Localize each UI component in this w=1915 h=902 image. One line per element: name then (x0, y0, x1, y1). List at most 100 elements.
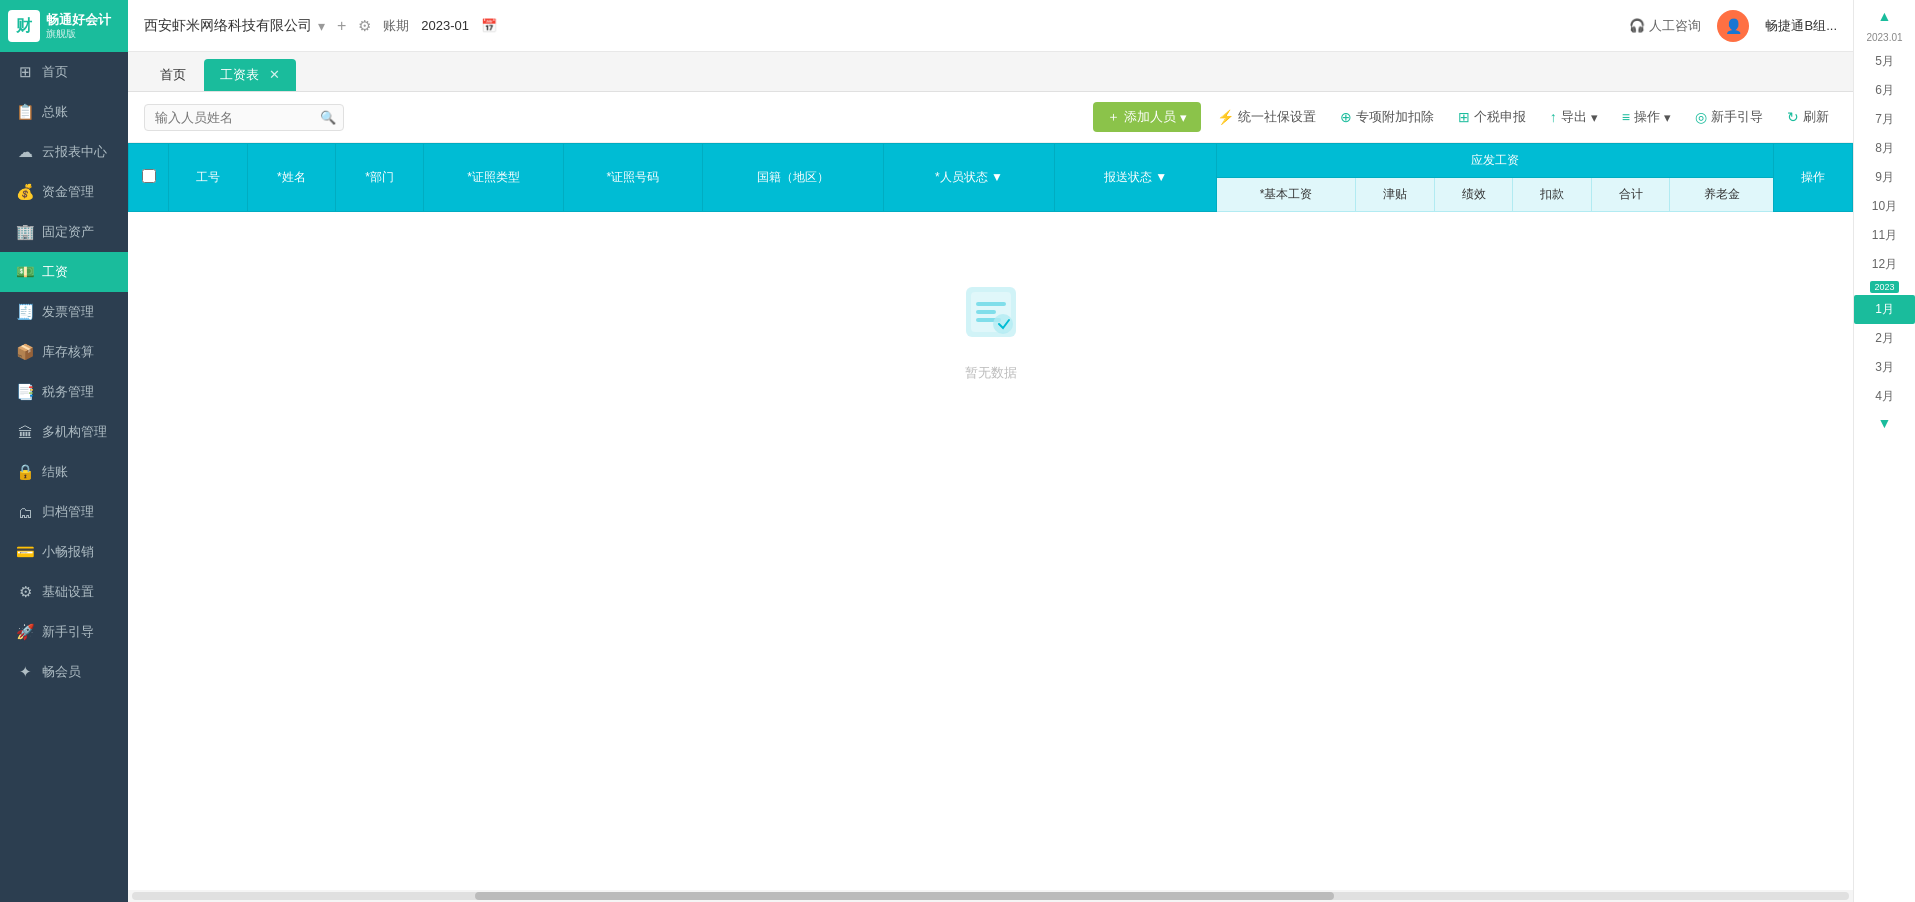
sidebar-label-cloud-report: 云报表中心 (42, 143, 107, 161)
individual-tax-btn[interactable]: ⊞ 个税申报 (1450, 103, 1534, 131)
month-10[interactable]: 10月 (1854, 192, 1915, 221)
avatar-icon: 👤 (1725, 18, 1742, 34)
sidebar-item-settings[interactable]: ⚙ 基础设置 (0, 572, 128, 612)
sidebar-item-member[interactable]: ✦ 畅会员 (0, 652, 128, 692)
sidebar-label-ledger: 总账 (42, 103, 68, 121)
company-selector[interactable]: 西安虾米网络科技有限公司 ▾ (144, 17, 325, 35)
date-panel: ▲ 2023.01 5月 6月 7月 8月 9月 10月 11月 12月 202… (1853, 0, 1915, 902)
sidebar-item-multi-org[interactable]: 🏛 多机构管理 (0, 412, 128, 452)
select-all-checkbox[interactable] (142, 169, 156, 183)
sidebar-item-closing[interactable]: 🔒 结账 (0, 452, 128, 492)
empty-state: 暂无数据 (128, 212, 1853, 442)
add-company-icon[interactable]: + (337, 17, 346, 35)
th-base-salary: *基本工资 (1216, 178, 1355, 212)
calendar-icon[interactable]: 📅 (481, 18, 497, 33)
operations-btn[interactable]: ≡ 操作 ▾ (1614, 103, 1679, 131)
month-3[interactable]: 3月 (1854, 353, 1915, 382)
checkbox-header[interactable] (129, 144, 169, 212)
th-pension: 养老金 (1670, 178, 1774, 212)
month-11[interactable]: 11月 (1854, 221, 1915, 250)
sidebar-label-fund: 资金管理 (42, 183, 94, 201)
app-sub: 旗舰版 (46, 28, 111, 40)
month-5[interactable]: 5月 (1854, 47, 1915, 76)
add-person-button[interactable]: ＋ 添加人员 ▾ (1093, 102, 1201, 132)
month-12[interactable]: 12月 (1854, 250, 1915, 279)
sidebar-item-archive[interactable]: 🗂 归档管理 (0, 492, 128, 532)
sidebar-item-fund[interactable]: 💰 资金管理 (0, 172, 128, 212)
th-actions: 操作 (1774, 144, 1853, 212)
social-settings-btn[interactable]: ⚡ 统一社保设置 (1209, 103, 1324, 131)
date-year-label: 2023.01 (1864, 28, 1904, 47)
deduction-icon: ⊕ (1340, 109, 1352, 125)
svg-point-5 (993, 314, 1013, 334)
report-filter-icon[interactable]: ▼ (1155, 170, 1167, 184)
tab-bar: 首页 工资表 ✕ (128, 52, 1853, 92)
th-id-number: *证照号码 (563, 144, 702, 212)
sidebar-item-tax[interactable]: 📑 税务管理 (0, 372, 128, 412)
scrollbar-thumb[interactable] (475, 892, 1334, 900)
sidebar-item-cloud-report[interactable]: ☁ 云报表中心 (0, 132, 128, 172)
sidebar-label-salary: 工资 (42, 263, 68, 281)
th-bonus: 津贴 (1356, 178, 1435, 212)
empty-text: 暂无数据 (965, 364, 1017, 382)
user-avatar[interactable]: 👤 (1717, 10, 1749, 42)
settings-icon[interactable]: ⚙ (358, 17, 371, 35)
app-name: 畅通好会计 (46, 12, 111, 28)
customer-service-btn[interactable]: 🎧 人工咨询 (1629, 17, 1701, 35)
sidebar-item-invoice[interactable]: 🧾 发票管理 (0, 292, 128, 332)
month-4[interactable]: 4月 (1854, 382, 1915, 411)
sidebar-label-settings: 基础设置 (42, 583, 94, 601)
month-6[interactable]: 6月 (1854, 76, 1915, 105)
month-9[interactable]: 9月 (1854, 163, 1915, 192)
ledger-icon: 📋 (16, 103, 34, 121)
th-total: 合计 (1591, 178, 1670, 212)
sidebar-item-guide[interactable]: 🚀 新手引导 (0, 612, 128, 652)
sidebar-label-tax: 税务管理 (42, 383, 94, 401)
archive-icon: 🗂 (16, 504, 34, 521)
export-btn[interactable]: ↑ 导出 ▾ (1542, 103, 1606, 131)
export-icon: ↑ (1550, 109, 1557, 125)
tax-icon: ⊞ (1458, 109, 1470, 125)
period-label: 账期 (383, 17, 409, 35)
sidebar-item-inventory[interactable]: 📦 库存核算 (0, 332, 128, 372)
tab-home[interactable]: 首页 (144, 59, 202, 91)
search-icon: 🔍 (320, 110, 336, 125)
sidebar-item-fixed-asset[interactable]: 🏢 固定资产 (0, 212, 128, 252)
th-performance: 绩效 (1434, 178, 1513, 212)
th-status: *人员状态 ▼ (883, 144, 1055, 212)
table-container: 工号 *姓名 *部门 *证照类型 *证照号码 国籍（地区） *人员状态 ▼ 报送… (128, 143, 1853, 890)
logo-icon: 财 (8, 10, 40, 42)
scrollbar[interactable] (128, 890, 1853, 902)
tab-salary[interactable]: 工资表 ✕ (204, 59, 296, 91)
sidebar-item-expense[interactable]: 💳 小畅报销 (0, 532, 128, 572)
date-down-icon[interactable]: ▼ (1874, 411, 1896, 435)
th-id: 工号 (169, 144, 248, 212)
top-header: 西安虾米网络科技有限公司 ▾ + ⚙ 账期 2023-01 📅 🎧 人工咨询 👤… (128, 0, 1853, 52)
date-up-icon[interactable]: ▲ (1874, 4, 1896, 28)
sidebar-item-salary[interactable]: 💵 工资 (0, 252, 128, 292)
sidebar-label-closing: 结账 (42, 463, 68, 481)
filter-icon[interactable]: ▼ (991, 170, 1003, 184)
dropdown-icon: ▾ (1180, 110, 1187, 125)
month-7[interactable]: 7月 (1854, 105, 1915, 134)
company-name: 西安虾米网络科技有限公司 (144, 17, 312, 35)
svg-rect-3 (976, 310, 996, 314)
special-deduction-btn[interactable]: ⊕ 专项附加扣除 (1332, 103, 1442, 131)
month-2[interactable]: 2月 (1854, 324, 1915, 353)
sidebar-label-expense: 小畅报销 (42, 543, 94, 561)
sidebar-label-inventory: 库存核算 (42, 343, 94, 361)
search-input[interactable] (144, 104, 344, 131)
sidebar-label-fixed-asset: 固定资产 (42, 223, 94, 241)
sidebar-label-invoice: 发票管理 (42, 303, 94, 321)
sidebar-item-ledger[interactable]: 📋 总账 (0, 92, 128, 132)
headset-icon: 🎧 (1629, 18, 1645, 33)
sidebar-item-home[interactable]: ⊞ 首页 (0, 52, 128, 92)
month-8[interactable]: 8月 (1854, 134, 1915, 163)
month-1[interactable]: 1月 (1854, 295, 1915, 324)
guide-btn[interactable]: ◎ 新手引导 (1687, 103, 1771, 131)
scrollbar-track (132, 892, 1849, 900)
tab-close-icon[interactable]: ✕ (269, 67, 280, 82)
fund-icon: 💰 (16, 183, 34, 201)
svg-rect-2 (976, 302, 1006, 306)
refresh-btn[interactable]: ↻ 刷新 (1779, 103, 1837, 131)
